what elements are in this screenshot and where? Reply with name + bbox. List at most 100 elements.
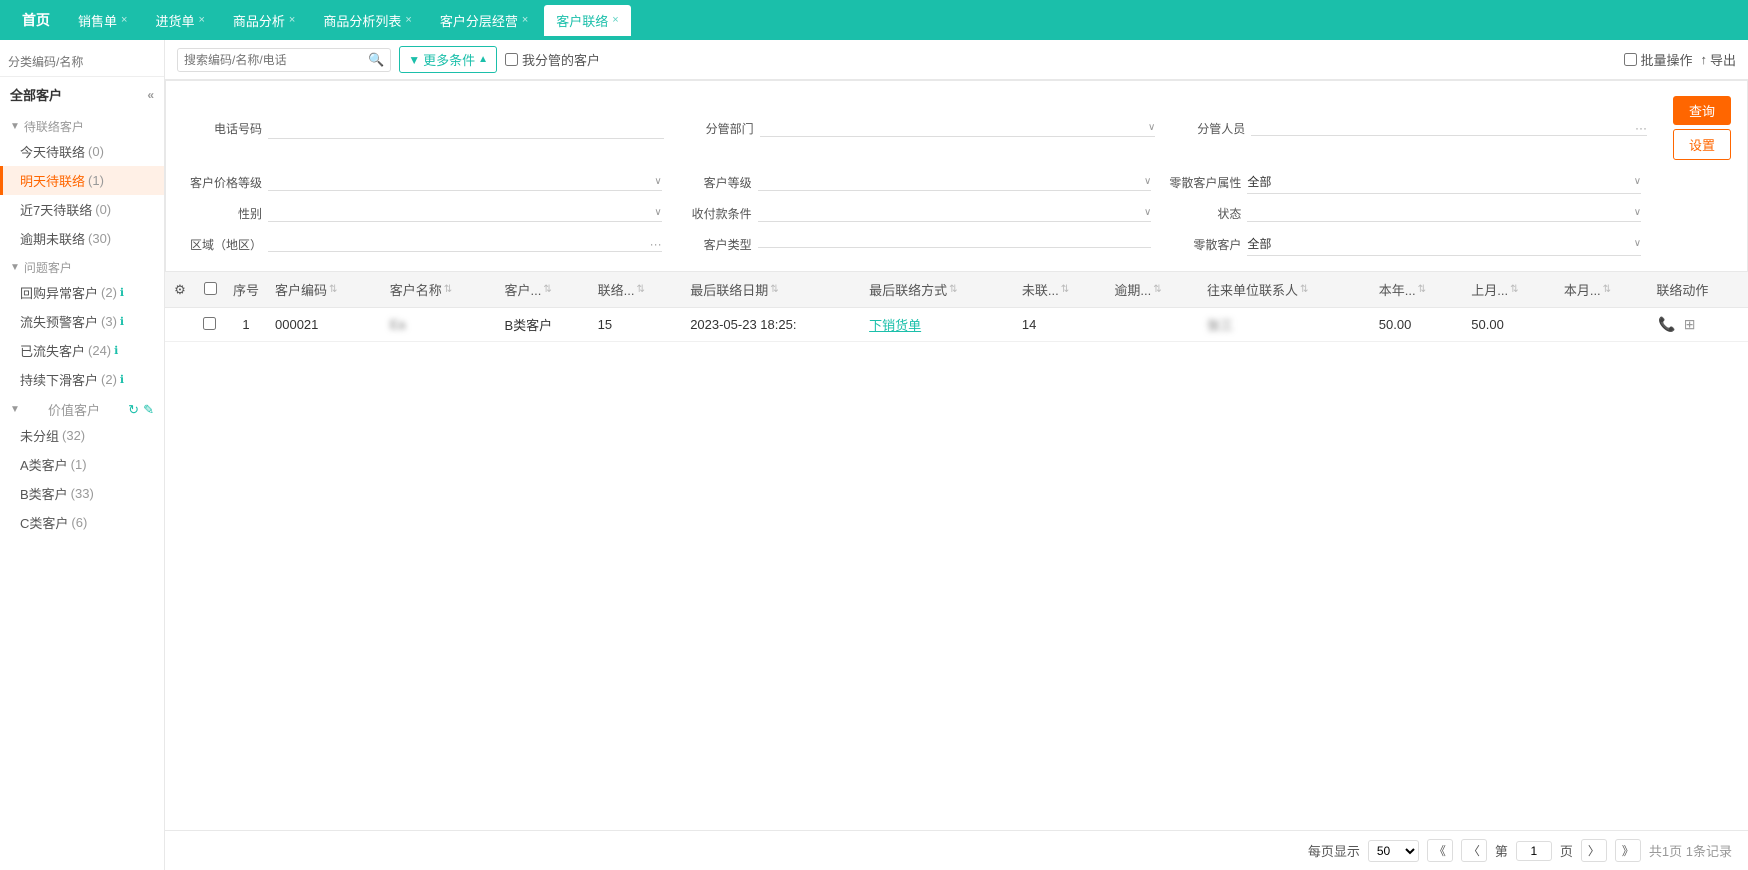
filter-status: 状态 ∨ [1161, 204, 1641, 222]
refresh-icon[interactable]: ↻ [128, 402, 139, 418]
my-customers-checkbox-label[interactable]: 我分管的客户 [505, 50, 600, 69]
next-page-button[interactable]: 〉 [1581, 839, 1607, 862]
sort-icon: ⇅ [1300, 284, 1308, 295]
nav-tab-customer-tier[interactable]: 客户分层经营 × [428, 5, 540, 36]
filter-dept: 分管部门 ∨ [674, 119, 1156, 137]
info-icon: ℹ [114, 344, 118, 357]
th-this-month[interactable]: 本月...⇅ [1556, 272, 1649, 308]
phone-input[interactable] [268, 118, 664, 139]
th-unlinking[interactable]: 未联...⇅ [1014, 272, 1107, 308]
sidebar-search-input[interactable] [8, 55, 163, 69]
sidebar-item-c-class[interactable]: C类客户 (6) [0, 508, 164, 537]
select-all-checkbox[interactable] [204, 282, 217, 295]
page-number-input[interactable] [1516, 841, 1552, 861]
export-icon: ↑ [1700, 52, 1707, 67]
nav-tab-customer-contact[interactable]: 客户联络 × [544, 5, 630, 36]
th-type[interactable]: 客户...⇅ [496, 272, 589, 308]
sidebar-item-churned[interactable]: 已流失客户 (24) ℹ [0, 336, 164, 365]
th-company-contact[interactable]: 往来单位联系人⇅ [1199, 272, 1371, 308]
phone-icon[interactable]: 📞 [1658, 316, 1675, 333]
sidebar-item-ungrouped[interactable]: 未分组 (32) [0, 421, 164, 450]
gender-select[interactable]: ∨ [268, 204, 662, 222]
export-button[interactable]: ↑ 导出 [1700, 50, 1736, 69]
prev-page-button[interactable]: 〈 [1461, 839, 1487, 862]
sidebar-item-churn-warning[interactable]: 流失预警客户 (3) ℹ [0, 307, 164, 336]
sidebar-all-customers[interactable]: 全部客户 « [0, 77, 164, 112]
sidebar-item-declining[interactable]: 持续下滑客户 (2) ℹ [0, 365, 164, 394]
filter-gender: 性别 ∨ [182, 204, 662, 222]
settings-button[interactable]: 设置 [1673, 129, 1731, 160]
close-icon[interactable]: × [522, 14, 528, 26]
last-page-button[interactable]: 》 [1615, 839, 1641, 862]
row-checkbox[interactable] [203, 317, 216, 330]
nav-tab-sales[interactable]: 销售单 × [66, 5, 139, 36]
close-icon[interactable]: × [121, 14, 127, 26]
sidebar-item-repurchase-abnormal[interactable]: 回购异常客户 (2) ℹ [0, 278, 164, 307]
th-last-contact-method[interactable]: 最后联络方式⇅ [861, 272, 1014, 308]
total-records-text: 共1页 1条记录 [1649, 841, 1732, 860]
retail-customer-select[interactable]: 全部 ∨ [1247, 232, 1641, 256]
region-more-icon[interactable]: ··· [650, 237, 662, 251]
th-last-contact-date[interactable]: 最后联络日期⇅ [682, 272, 861, 308]
close-icon[interactable]: × [612, 14, 618, 26]
retail-attr-select[interactable]: 全部 ∨ [1247, 170, 1641, 194]
customer-type-select[interactable] [758, 241, 1152, 248]
contact-method-link[interactable]: 下销货单 [869, 318, 921, 333]
more-conditions-button[interactable]: ▼ 更多条件 ▲ [399, 46, 497, 73]
grid-icon[interactable]: ⊞ [1684, 316, 1696, 333]
th-settings[interactable]: ⚙ [165, 272, 195, 308]
my-customers-checkbox[interactable] [505, 53, 518, 66]
manager-more-icon[interactable]: ··· [1635, 121, 1647, 135]
batch-operation-button[interactable]: 批量操作 [1624, 50, 1692, 69]
close-icon[interactable]: × [289, 14, 295, 26]
th-action: 联络动作 [1648, 272, 1748, 308]
th-contact[interactable]: 联络...⇅ [590, 272, 683, 308]
chevron-up-icon: ▲ [478, 54, 488, 65]
th-code[interactable]: 客户编码⇅ [267, 272, 382, 308]
action-icons-group: 📞 ⊞ [1656, 316, 1740, 333]
nav-tab-analysis[interactable]: 商品分析 × [221, 5, 307, 36]
th-this-year[interactable]: 本年...⇅ [1371, 272, 1464, 308]
query-button[interactable]: 查询 [1673, 96, 1731, 125]
price-level-select[interactable]: ∨ [268, 173, 662, 191]
td-last-contact-method[interactable]: 下销货单 [861, 308, 1014, 342]
batch-checkbox[interactable] [1624, 53, 1637, 66]
close-icon[interactable]: × [405, 14, 411, 26]
th-last-month[interactable]: 上月...⇅ [1463, 272, 1556, 308]
sidebar-item-7days[interactable]: 近7天待联络 (0) [0, 195, 164, 224]
td-checkbox [195, 308, 225, 342]
top-navigation: 首页 销售单 × 进货单 × 商品分析 × 商品分析列表 × 客户分层经营 × … [0, 0, 1748, 40]
filter-icon: ▼ [408, 53, 420, 67]
close-icon[interactable]: × [198, 14, 204, 26]
search-icon[interactable]: 🔍 [368, 52, 384, 68]
nav-home[interactable]: 首页 [10, 4, 62, 36]
toolbar-search-box: 🔍 [177, 48, 391, 72]
sidebar-item-tomorrow[interactable]: 明天待联络 (1) [0, 166, 164, 195]
th-overdue[interactable]: 逾期...⇅ [1106, 272, 1199, 308]
chevron-down-icon: ∨ [654, 207, 661, 218]
page-size-select[interactable]: 50 100 200 [1368, 840, 1419, 862]
status-select[interactable]: ∨ [1247, 204, 1641, 222]
customer-level-select[interactable]: ∨ [758, 173, 1152, 191]
chevron-down-icon: ∨ [1634, 176, 1641, 187]
sort-icon: ⇅ [329, 284, 337, 295]
td-this-month [1556, 308, 1649, 342]
dept-select[interactable]: ∨ [760, 119, 1156, 137]
sidebar-item-b-class[interactable]: B类客户 (33) [0, 479, 164, 508]
th-name[interactable]: 客户名称⇅ [382, 272, 497, 308]
payment-select[interactable]: ∨ [758, 204, 1152, 222]
sidebar-item-a-class[interactable]: A类客户 (1) [0, 450, 164, 479]
sidebar-item-today[interactable]: 今天待联络 (0) [0, 137, 164, 166]
info-icon: ℹ [120, 373, 124, 386]
filter-manager: 分管人员 ··· [1165, 120, 1647, 137]
filter-retail-customer: 零散客户 全部 ∨ [1161, 232, 1641, 256]
first-page-button[interactable]: 《 [1427, 839, 1453, 862]
chevron-down-icon: ∨ [1634, 238, 1641, 249]
nav-tab-analysis-list[interactable]: 商品分析列表 × [311, 5, 423, 36]
nav-tab-purchase[interactable]: 进货单 × [143, 5, 216, 36]
edit-icon[interactable]: ✎ [143, 402, 154, 418]
sidebar-item-overdue[interactable]: 逾期未联络 (30) [0, 224, 164, 253]
sort-icon: ⇅ [1510, 284, 1518, 295]
search-input[interactable] [184, 53, 364, 67]
chevron-down-icon: ∨ [1144, 176, 1151, 187]
